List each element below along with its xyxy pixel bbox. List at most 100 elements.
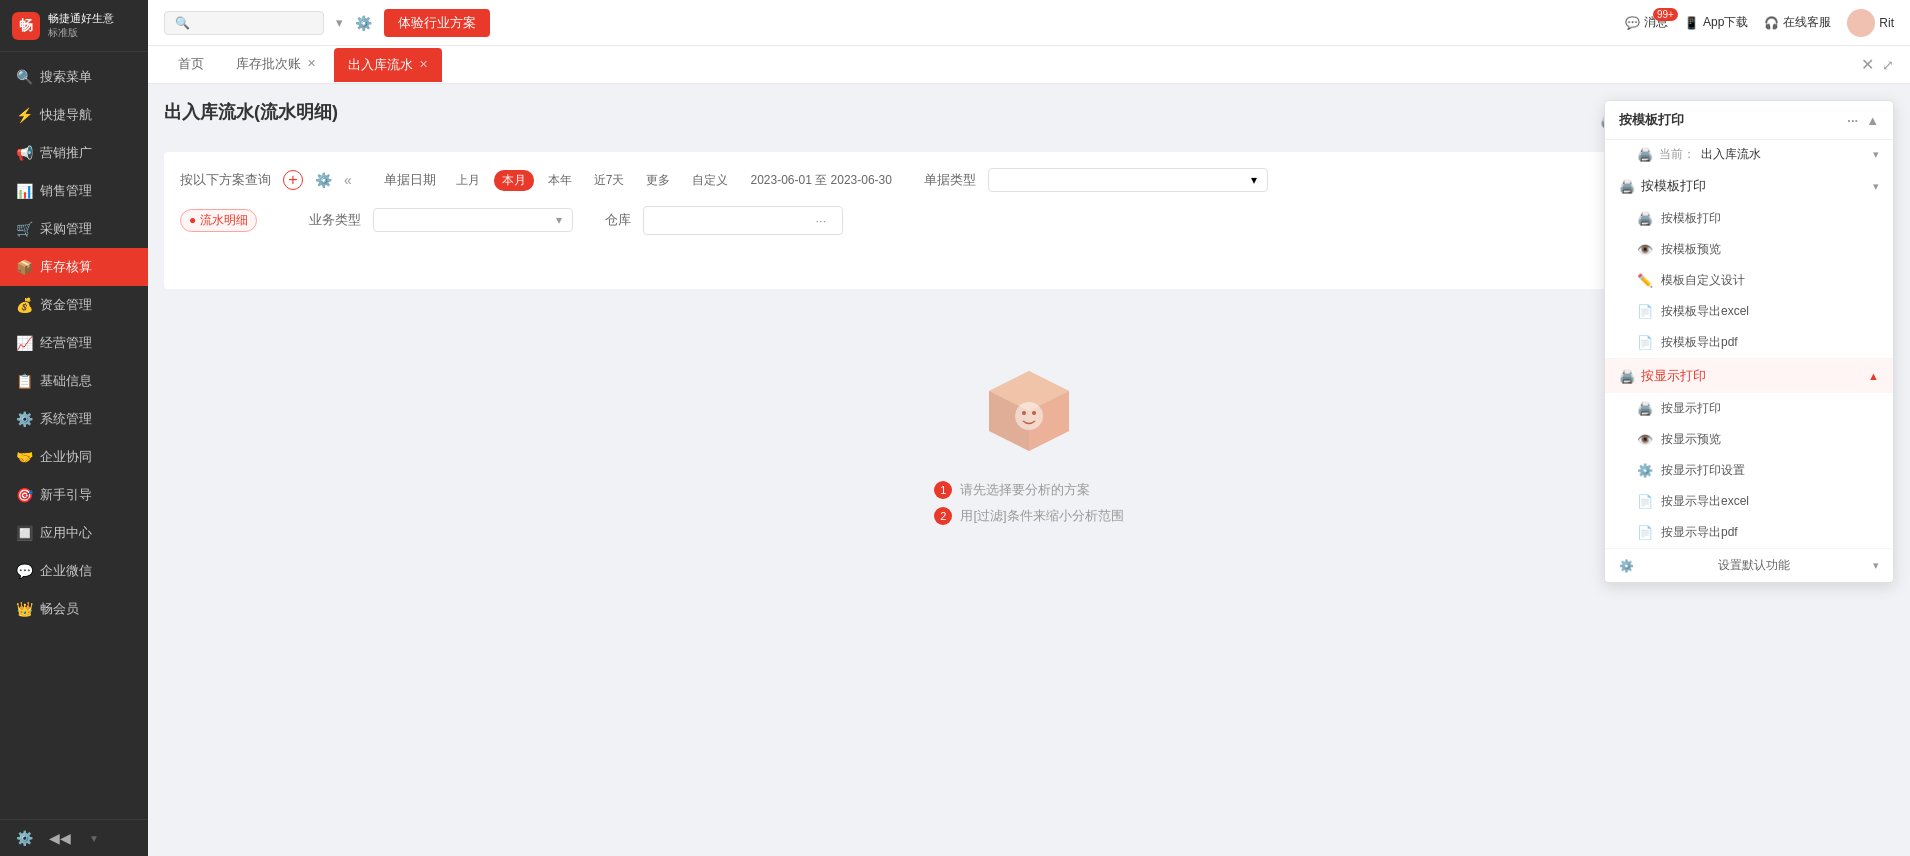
business-type-label: 业务类型: [309, 211, 361, 229]
header-message-btn[interactable]: 💬 消息 99+: [1625, 14, 1668, 31]
sidebar-item-label: 销售管理: [40, 182, 92, 200]
bill-type-select[interactable]: ▾: [988, 168, 1268, 192]
display-excel-icon: 📄: [1637, 494, 1653, 509]
tab-bar: 首页 库存批次账 ✕ 出入库流水 ✕ ✕ ⤢: [148, 46, 1910, 84]
sidebar-item-wechat[interactable]: 💬 企业微信: [0, 552, 148, 590]
business-type-arrow: ▾: [556, 213, 562, 227]
app-logo-icon: 畅: [12, 12, 40, 40]
template-print-icon: 🖨️: [1619, 179, 1635, 194]
tab-close-all-btn[interactable]: ✕: [1861, 55, 1874, 74]
date-last7[interactable]: 近7天: [586, 170, 633, 191]
headphone-icon: 🎧: [1764, 16, 1779, 30]
header-gear-btn[interactable]: ⚙️: [355, 15, 372, 31]
display-preview-item[interactable]: 👁️ 按显示预览: [1605, 424, 1893, 455]
template-print-chevron: ▾: [1873, 180, 1879, 193]
tab-batch-close[interactable]: ✕: [307, 57, 316, 70]
set-default-section[interactable]: ⚙️ 设置默认功能 ▾: [1605, 549, 1893, 582]
sidebar-item-label: 应用中心: [40, 524, 92, 542]
display-pdf-item[interactable]: 📄 按显示导出pdf: [1605, 517, 1893, 548]
sidebar-item-member[interactable]: 👑 畅会员: [0, 590, 148, 628]
display-print-section: 🖨️ 按显示打印 ▲ 🖨️ 按显示打印 👁️ 按显示预览 ⚙️ 按显示打印设置 …: [1605, 359, 1893, 549]
sidebar-item-quicknav[interactable]: ⚡ 快捷导航: [0, 96, 148, 134]
tab-batch[interactable]: 库存批次账 ✕: [222, 47, 330, 83]
date-custom[interactable]: 自定义: [684, 170, 736, 191]
empty-step-1: 1 请先选择要分析的方案: [934, 477, 1123, 503]
business-type-select[interactable]: ▾: [373, 208, 573, 232]
print-dropdown-header: 按模板打印 ··· ▲: [1605, 101, 1893, 140]
template-preview-icon: 👁️: [1637, 242, 1653, 257]
sidebar-item-label: 采购管理: [40, 220, 92, 238]
svg-point-5: [1022, 411, 1026, 415]
sidebar-item-label: 基础信息: [40, 372, 92, 390]
print-current-icon: 🖨️: [1637, 147, 1653, 162]
sidebar-item-appcenter[interactable]: 🔲 应用中心: [0, 514, 148, 552]
header-search[interactable]: 🔍: [164, 11, 324, 35]
display-print-item[interactable]: 🖨️ 按显示打印: [1605, 393, 1893, 424]
header-dropdown-arrow[interactable]: ▾: [336, 15, 343, 30]
date-this-year[interactable]: 本年: [540, 170, 580, 191]
print-dropdown-collapse[interactable]: ▲: [1866, 113, 1879, 128]
display-print-set-item[interactable]: ⚙️ 按显示打印设置: [1605, 455, 1893, 486]
date-label: 单据日期: [384, 171, 436, 189]
step-num-1: 1: [934, 481, 952, 499]
print-current-value: 出入库流水: [1701, 146, 1867, 163]
search-icon: 🔍: [16, 69, 32, 85]
user-profile-btn[interactable]: Rit: [1847, 9, 1894, 37]
settings-icon[interactable]: ⚙️: [16, 830, 33, 846]
date-last-month[interactable]: 上月: [448, 170, 488, 191]
sidebar-item-inventory[interactable]: 📦 库存核算: [0, 248, 148, 286]
template-print-item[interactable]: 🖨️ 按模板打印: [1605, 203, 1893, 234]
display-print-header[interactable]: 🖨️ 按显示打印 ▲: [1605, 359, 1893, 393]
filter-add-btn[interactable]: +: [283, 170, 303, 190]
empty-illustration: [969, 361, 1089, 461]
sidebar-item-guide[interactable]: 🎯 新手引导: [0, 476, 148, 514]
tab-home[interactable]: 首页: [164, 47, 218, 83]
sidebar-item-label: 营销推广: [40, 144, 92, 162]
sidebar-item-purchase[interactable]: 🛒 采购管理: [0, 210, 148, 248]
template-pdf-item[interactable]: 📄 按模板导出pdf: [1605, 327, 1893, 358]
collapse-sidebar-icon[interactable]: ◀◀: [49, 830, 71, 846]
filter-collapse-icon[interactable]: «: [344, 172, 352, 188]
sidebar-item-finance[interactable]: 💰 资金管理: [0, 286, 148, 324]
tab-flow-close[interactable]: ✕: [419, 58, 428, 71]
template-print-label: 按模板打印: [1641, 177, 1706, 195]
display-excel-item[interactable]: 📄 按显示导出excel: [1605, 486, 1893, 517]
date-more[interactable]: 更多: [638, 170, 678, 191]
sidebar-item-collab[interactable]: 🤝 企业协同: [0, 438, 148, 476]
print-dropdown-more[interactable]: ···: [1847, 113, 1858, 128]
empty-step-2: 2 用[过滤]条件来缩小分析范围: [934, 503, 1123, 529]
filter-settings-icon[interactable]: ⚙️: [315, 172, 332, 188]
display-print-chevron: ▲: [1868, 370, 1879, 382]
tab-expand-btn[interactable]: ⤢: [1882, 57, 1894, 73]
header-online-service[interactable]: 🎧 在线客服: [1764, 14, 1831, 31]
sidebar-item-label: 经营管理: [40, 334, 92, 352]
warehouse-more-btn[interactable]: ···: [809, 211, 832, 230]
template-design-item[interactable]: ✏️ 模板自定义设计: [1605, 265, 1893, 296]
sidebar-scroll-down[interactable]: ▼: [87, 831, 101, 846]
top-header: 🔍 ▾ ⚙️ 体验行业方案 💬 消息 99+ 📱 App下载 🎧 在线客服 Ri…: [148, 0, 1910, 46]
guide-icon: 🎯: [16, 487, 32, 503]
message-icon: 💬: [1625, 16, 1640, 30]
warehouse-select[interactable]: ···: [643, 206, 843, 235]
header-app-download[interactable]: 📱 App下载: [1684, 14, 1748, 31]
sidebar-item-search[interactable]: 🔍 搜索菜单: [0, 58, 148, 96]
print-current-arrow[interactable]: ▾: [1873, 148, 1879, 161]
bill-type-label: 单据类型: [924, 171, 976, 189]
sidebar-item-sales[interactable]: 📊 销售管理: [0, 172, 148, 210]
tab-flow[interactable]: 出入库流水 ✕: [334, 48, 442, 82]
date-this-month[interactable]: 本月: [494, 170, 534, 191]
template-print-header[interactable]: 🖨️ 按模板打印 ▾: [1605, 169, 1893, 203]
sidebar-item-marketing[interactable]: 📢 营销推广: [0, 134, 148, 172]
sidebar-item-operation[interactable]: 📈 经营管理: [0, 324, 148, 362]
wechat-icon: 💬: [16, 563, 32, 579]
sidebar-item-basic[interactable]: 📋 基础信息: [0, 362, 148, 400]
set-default-label: 设置默认功能: [1718, 557, 1790, 574]
template-excel-item[interactable]: 📄 按模板导出excel: [1605, 296, 1893, 327]
display-pdf-icon: 📄: [1637, 525, 1653, 540]
industry-solution-button[interactable]: 体验行业方案: [384, 9, 490, 37]
template-preview-item[interactable]: 👁️ 按模板预览: [1605, 234, 1893, 265]
svg-point-4: [1015, 402, 1043, 430]
sidebar-item-system[interactable]: ⚙️ 系统管理: [0, 400, 148, 438]
collab-icon: 🤝: [16, 449, 32, 465]
sidebar-item-label: 快捷导航: [40, 106, 92, 124]
